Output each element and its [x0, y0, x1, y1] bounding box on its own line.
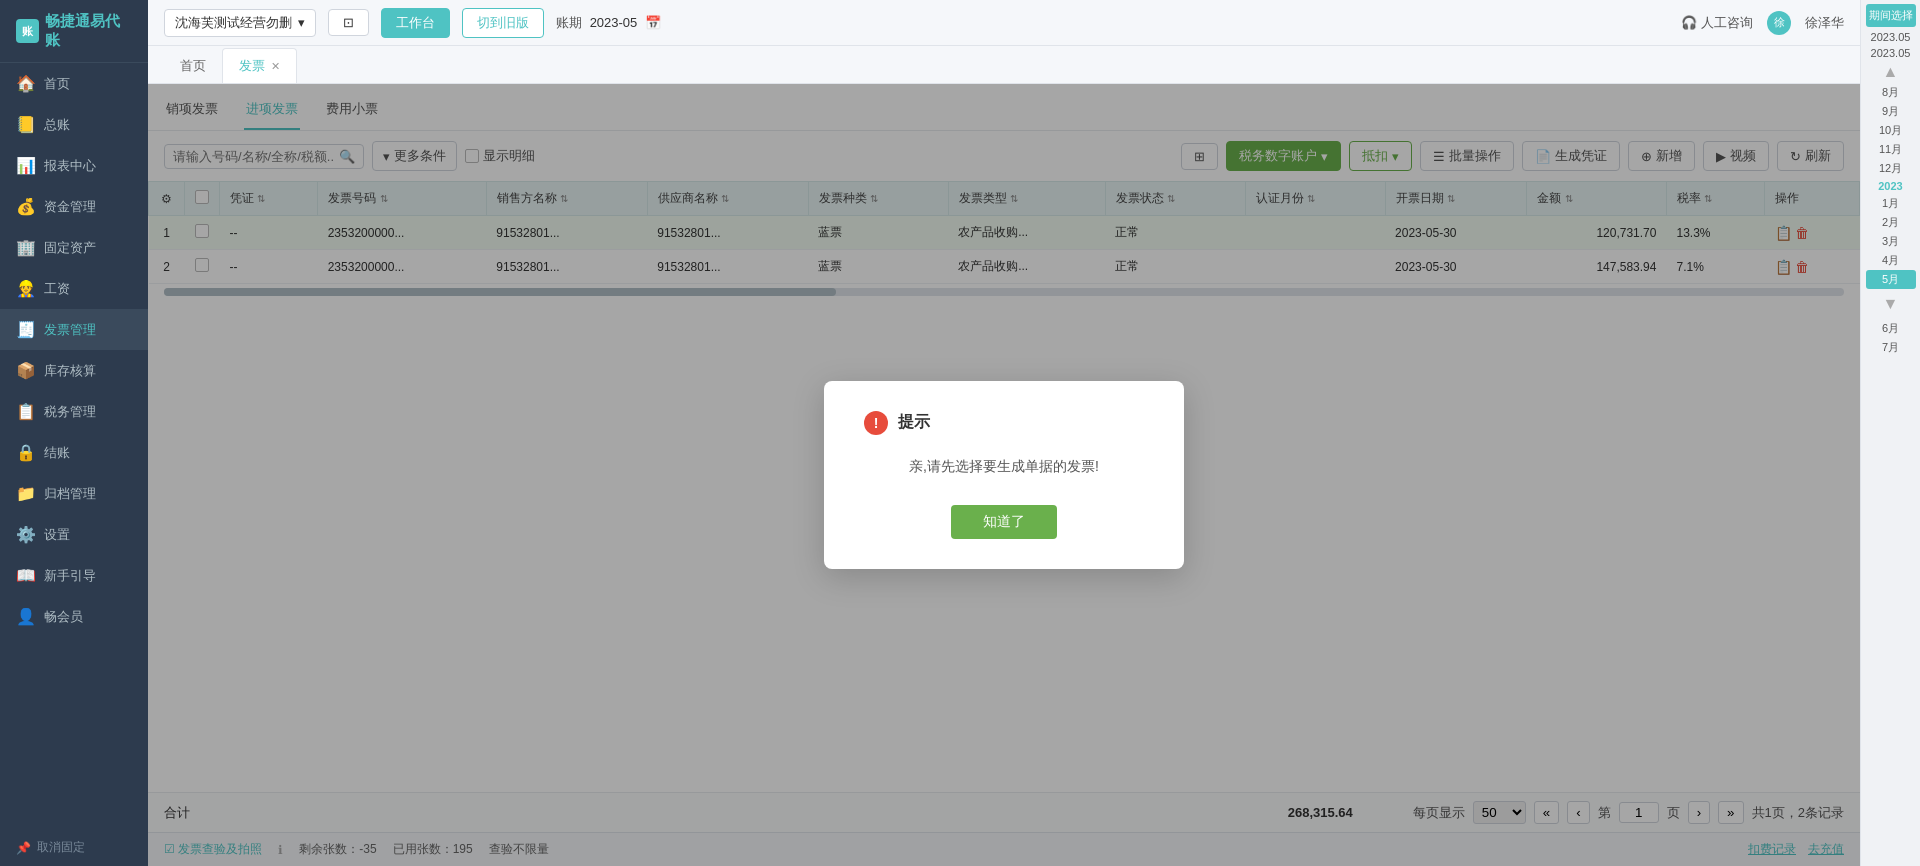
period-item-aug[interactable]: 8月	[1866, 83, 1916, 102]
sidebar-item-label: 报表中心	[44, 157, 96, 175]
period-panel-header[interactable]: 期间选择	[1866, 4, 1916, 27]
sidebar-item-label: 固定资产	[44, 239, 96, 257]
period-item-mar[interactable]: 3月	[1866, 232, 1916, 251]
modal-ok-button[interactable]: 知道了	[951, 505, 1057, 539]
sidebar-item-label: 畅会员	[44, 608, 83, 626]
sidebar-item-invoice[interactable]: 🧾 发票管理	[0, 309, 148, 350]
period-item-nov[interactable]: 11月	[1866, 140, 1916, 159]
period-scroll-down-icon[interactable]: ▼	[1881, 293, 1901, 315]
sidebar-item-home[interactable]: 🏠 首页	[0, 63, 148, 104]
sidebar-item-label: 结账	[44, 444, 70, 462]
tab-home[interactable]: 首页	[164, 49, 222, 83]
logo-icon: 账	[16, 19, 39, 43]
sidebar-item-member[interactable]: 👤 畅会员	[0, 596, 148, 637]
closing-icon: 🔒	[16, 443, 34, 462]
user-avatar: 徐	[1767, 11, 1791, 35]
sidebar-item-ledger[interactable]: 📒 总账	[0, 104, 148, 145]
headset-icon: 🎧	[1681, 15, 1697, 30]
period-item-feb[interactable]: 2月	[1866, 213, 1916, 232]
period-item-7[interactable]: 7月	[1866, 338, 1916, 357]
modal-footer: 知道了	[864, 505, 1144, 539]
logo-text: 畅捷通易代账	[45, 12, 132, 50]
period-item-may[interactable]: 5月	[1866, 270, 1916, 289]
funds-icon: 💰	[16, 197, 34, 216]
salary-icon: 👷	[16, 279, 34, 298]
pin-icon: 📌	[16, 841, 31, 855]
copy-button[interactable]: ⊡	[328, 9, 369, 36]
sidebar: 账 畅捷通易代账 🏠 首页 📒 总账 📊 报表中心 💰 资金管理 🏢 固定资产 …	[0, 0, 148, 866]
period-panel: 期间选择 2023.05 2023.05 ▲ 8月 9月 10月 11月 12月…	[1860, 0, 1920, 866]
tab-invoice-label: 发票	[239, 57, 265, 75]
period-item-6[interactable]: 6月	[1866, 319, 1916, 338]
switch-old-button[interactable]: 切到旧版	[462, 8, 544, 38]
sidebar-item-label: 工资	[44, 280, 70, 298]
period-item-oct[interactable]: 10月	[1866, 121, 1916, 140]
tax-icon: 📋	[16, 402, 34, 421]
tab-invoice[interactable]: 发票 ✕	[222, 48, 297, 83]
modal-title: 提示	[898, 412, 930, 433]
user-name: 徐泽华	[1805, 14, 1844, 32]
chevron-down-icon: ▾	[298, 15, 305, 30]
sidebar-item-reports[interactable]: 📊 报表中心	[0, 145, 148, 186]
modal-overlay: ! 提示 亲,请先选择要生成单据的发票! 知道了	[148, 84, 1860, 866]
sidebar-item-archive[interactable]: 📁 归档管理	[0, 473, 148, 514]
sidebar-item-label: 设置	[44, 526, 70, 544]
sidebar-item-label: 资金管理	[44, 198, 96, 216]
sidebar-item-salary[interactable]: 👷 工资	[0, 268, 148, 309]
period-item-dec[interactable]: 12月	[1866, 159, 1916, 178]
settings-icon: ⚙️	[16, 525, 34, 544]
period-value: 2023-05	[590, 15, 638, 30]
sidebar-item-assets[interactable]: 🏢 固定资产	[0, 227, 148, 268]
period-item-jan[interactable]: 1月	[1866, 194, 1916, 213]
reports-icon: 📊	[16, 156, 34, 175]
app-logo: 账 畅捷通易代账	[0, 0, 148, 63]
sidebar-item-closing[interactable]: 🔒 结账	[0, 432, 148, 473]
ledger-icon: 📒	[16, 115, 34, 134]
archive-icon: 📁	[16, 484, 34, 503]
sidebar-item-label: 归档管理	[44, 485, 96, 503]
period-item-apr[interactable]: 4月	[1866, 251, 1916, 270]
company-selector[interactable]: 沈海芙测试经营勿删 ▾	[164, 9, 316, 37]
modal-error-icon: !	[864, 411, 888, 435]
tab-home-label: 首页	[180, 57, 206, 75]
sidebar-item-label: 总账	[44, 116, 70, 134]
sidebar-item-label: 首页	[44, 75, 70, 93]
sidebar-item-guide[interactable]: 📖 新手引导	[0, 555, 148, 596]
sidebar-item-tax[interactable]: 📋 税务管理	[0, 391, 148, 432]
sidebar-item-funds[interactable]: 💰 资金管理	[0, 186, 148, 227]
period-item-sep[interactable]: 9月	[1866, 102, 1916, 121]
sidebar-item-label: 税务管理	[44, 403, 96, 421]
sidebar-item-settings[interactable]: ⚙️ 设置	[0, 514, 148, 555]
support-label[interactable]: 🎧 人工咨询	[1681, 14, 1753, 32]
period-item-0[interactable]: 2023.05	[1866, 29, 1916, 45]
sidebar-item-label: 库存核算	[44, 362, 96, 380]
sidebar-item-inventory[interactable]: 📦 库存核算	[0, 350, 148, 391]
invoice-icon: 🧾	[16, 320, 34, 339]
sidebar-item-label: 新手引导	[44, 567, 96, 585]
guide-icon: 📖	[16, 566, 34, 585]
modal-body: 亲,请先选择要生成单据的发票!	[864, 455, 1144, 477]
calendar-icon[interactable]: 📅	[645, 15, 661, 30]
period-scroll-up-icon[interactable]: ▲	[1881, 61, 1901, 83]
company-name: 沈海芙测试经营勿删	[175, 14, 292, 32]
tab-close-icon[interactable]: ✕	[271, 60, 280, 73]
workspace-button[interactable]: 工作台	[381, 8, 450, 38]
period-item-year[interactable]: 2023	[1866, 178, 1916, 194]
assets-icon: 🏢	[16, 238, 34, 257]
modal-dialog: ! 提示 亲,请先选择要生成单据的发票! 知道了	[824, 381, 1184, 569]
main-content: 沈海芙测试经营勿删 ▾ ⊡ 工作台 切到旧版 账期 2023-05 📅 🎧 人工…	[148, 0, 1860, 866]
page-content: 销项发票 进项发票 费用小票 🔍 ▾ 更多条件 显示明细	[148, 84, 1860, 866]
tab-bar: 首页 发票 ✕	[148, 46, 1860, 84]
cancel-fixed-btn[interactable]: 📌 取消固定	[0, 829, 148, 866]
home-icon: 🏠	[16, 74, 34, 93]
sidebar-item-label: 发票管理	[44, 321, 96, 339]
member-icon: 👤	[16, 607, 34, 626]
inventory-icon: 📦	[16, 361, 34, 380]
modal-header: ! 提示	[864, 411, 1144, 435]
period-item-1[interactable]: 2023.05	[1866, 45, 1916, 61]
period-label: 账期 2023-05 📅	[556, 14, 661, 32]
header-right: 🎧 人工咨询 徐 徐泽华	[1681, 11, 1844, 35]
header: 沈海芙测试经营勿删 ▾ ⊡ 工作台 切到旧版 账期 2023-05 📅 🎧 人工…	[148, 0, 1860, 46]
